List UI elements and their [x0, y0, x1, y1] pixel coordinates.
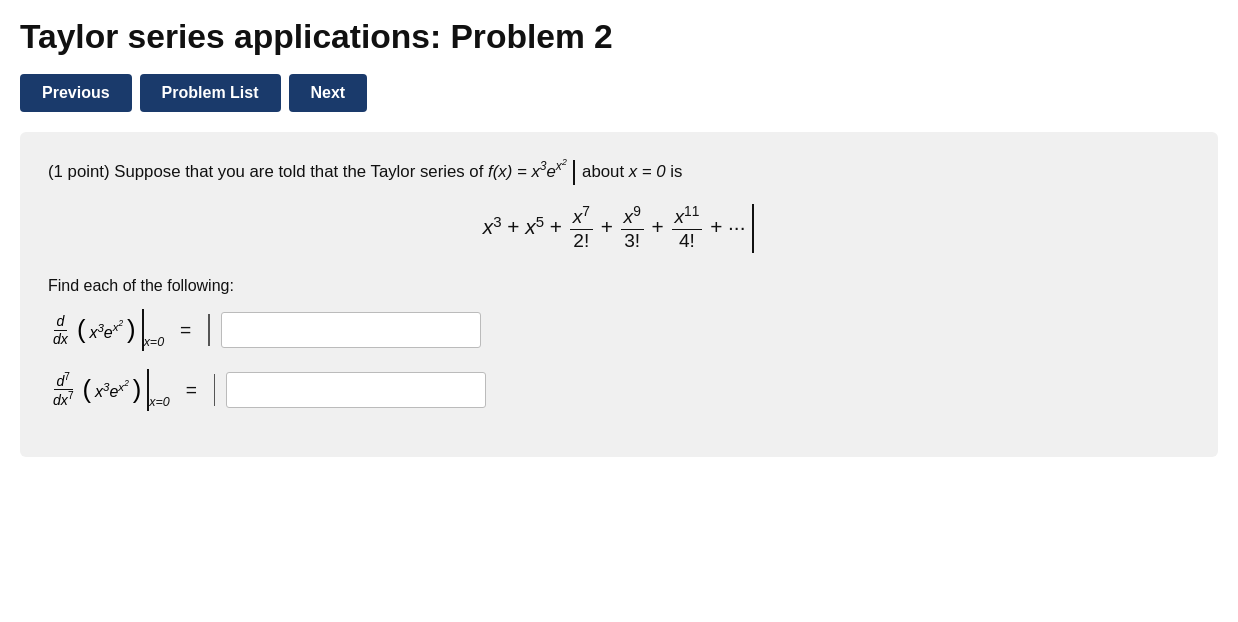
deriv7-equals: =	[186, 379, 197, 401]
deriv7-close-paren: )	[133, 377, 142, 403]
series-end-bar	[752, 204, 754, 254]
problem-list-button[interactable]: Problem List	[140, 74, 281, 112]
deriv1-eval-group: x=0	[140, 309, 164, 351]
problem-box: (1 point) Suppose that you are told that…	[20, 132, 1218, 457]
derivative7-expr: d7 dx7 ( x3ex2 ) x=0	[48, 369, 170, 411]
derivative7-row: d7 dx7 ( x3ex2 ) x=0 =	[48, 369, 1190, 411]
series-display: x3 + x5 + x7 2! + x9 3! + x11 4! + ···	[48, 204, 1190, 254]
deriv1-open-paren: (	[77, 317, 86, 343]
eval-bar-title	[573, 160, 575, 185]
find-label: Find each of the following:	[48, 277, 1190, 295]
nav-buttons: Previous Problem List Next	[20, 74, 1218, 112]
deriv7-fraction: d7 dx7	[50, 371, 77, 409]
page-title: Taylor series applications: Problem 2	[20, 18, 1218, 56]
deriv1-equals: =	[180, 319, 191, 341]
deriv1-answer-input[interactable]	[221, 312, 481, 348]
derivative1-row: d dx ( x3ex2 ) x=0 =	[48, 309, 1190, 351]
deriv7-eval-subscript: x=0	[149, 395, 169, 409]
deriv7-left-border	[214, 374, 216, 406]
deriv1-close-paren: )	[127, 317, 136, 343]
deriv7-open-paren: (	[83, 377, 92, 403]
deriv1-left-border	[208, 314, 210, 346]
deriv1-fraction: d dx	[50, 313, 71, 348]
deriv7-eval-group: x=0	[145, 369, 169, 411]
previous-button[interactable]: Previous	[20, 74, 132, 112]
derivative1-expr: d dx ( x3ex2 ) x=0	[48, 309, 164, 351]
deriv1-eval-subscript: x=0	[144, 335, 164, 349]
description-text: Suppose that you are told that the Taylo…	[114, 162, 567, 181]
deriv7-answer-input[interactable]	[226, 372, 486, 408]
problem-statement: (1 point) Suppose that you are told that…	[48, 156, 1190, 186]
deriv1-inner-expr: x3ex2	[89, 319, 123, 342]
about-text: about x = 0 is	[582, 162, 682, 181]
points-label: (1 point)	[48, 162, 110, 181]
deriv7-inner-expr: x3ex2	[95, 378, 129, 401]
next-button[interactable]: Next	[289, 74, 368, 112]
